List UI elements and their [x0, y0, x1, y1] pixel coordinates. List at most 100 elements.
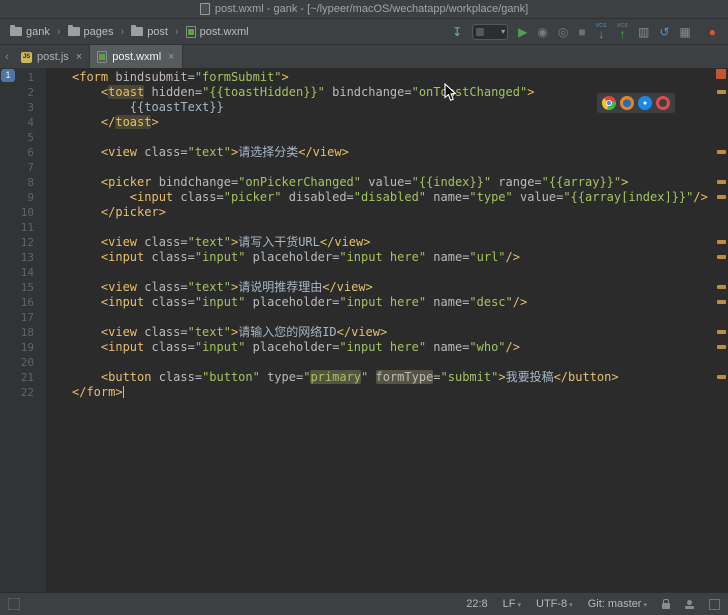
- code-line[interactable]: </toast>: [72, 115, 714, 130]
- line-number[interactable]: 13: [0, 250, 46, 265]
- line-number[interactable]: 11: [0, 220, 46, 235]
- firefox-icon[interactable]: [620, 96, 634, 110]
- close-tab-icon[interactable]: ×: [76, 51, 82, 63]
- tab-bar: ‹ JS post.js × post.wxml ×: [0, 45, 728, 70]
- file-icon: [185, 25, 196, 38]
- breadcrumb: gank › pages › post › post.wxml: [8, 25, 251, 39]
- line-number[interactable]: 14: [0, 265, 46, 280]
- warning-stripe-mark[interactable]: [717, 330, 726, 334]
- lock-icon[interactable]: [662, 598, 670, 609]
- line-number[interactable]: 12: [0, 235, 46, 250]
- warning-stripe-mark[interactable]: [717, 90, 726, 94]
- mouse-cursor: [444, 83, 457, 102]
- line-number[interactable]: 18: [0, 325, 46, 340]
- error-stripe[interactable]: [714, 68, 728, 593]
- tabs-scroll-left-icon[interactable]: ‹: [0, 45, 14, 69]
- warning-stripe-mark[interactable]: [717, 300, 726, 304]
- code-line[interactable]: [72, 355, 714, 370]
- run-icon[interactable]: ▶: [518, 26, 527, 38]
- warning-stripe-mark[interactable]: [717, 195, 726, 199]
- line-number[interactable]: 16: [0, 295, 46, 310]
- browser-popup: [596, 92, 676, 114]
- breadcrumb-item-gank[interactable]: gank: [8, 25, 52, 39]
- breadcrumb-item-pages[interactable]: pages: [66, 25, 116, 39]
- line-number[interactable]: 20: [0, 355, 46, 370]
- line-number[interactable]: 10: [0, 205, 46, 220]
- code-line[interactable]: <input class="input" placeholder="input …: [72, 295, 714, 310]
- chevron-right-icon: ›: [120, 25, 125, 38]
- line-number[interactable]: 21: [0, 370, 46, 385]
- code-line[interactable]: [72, 130, 714, 145]
- chevron-right-icon: ›: [174, 25, 179, 38]
- line-number[interactable]: 7: [0, 160, 46, 175]
- tab-post.wxml[interactable]: post.wxml ×: [90, 45, 183, 69]
- code-line[interactable]: [72, 310, 714, 325]
- code-line[interactable]: <view class="text">请输入您的网络ID</view>: [72, 325, 714, 340]
- warning-stripe-mark[interactable]: [717, 255, 726, 259]
- git-branch-selector[interactable]: Git: master ▾: [588, 598, 647, 610]
- chrome-icon[interactable]: [602, 96, 616, 110]
- warning-stripe-mark[interactable]: [717, 285, 726, 289]
- encoding-selector[interactable]: UTF-8 ▾: [536, 598, 573, 610]
- profiler-icon[interactable]: ◎: [558, 26, 568, 38]
- code-line[interactable]: [72, 265, 714, 280]
- line-number[interactable]: 6: [0, 145, 46, 160]
- warning-stripe-mark[interactable]: [717, 180, 726, 184]
- vcs-push-icon[interactable]: VCS ↑: [617, 23, 628, 40]
- line-number[interactable]: 3: [0, 100, 46, 115]
- notification-icon[interactable]: ●: [709, 26, 716, 38]
- caret-position[interactable]: 22:8: [466, 598, 487, 610]
- inspection-status-icon[interactable]: [716, 69, 726, 79]
- inspections-profile-icon[interactable]: [685, 599, 694, 609]
- vcs-update-icon[interactable]: VCS ↓: [596, 23, 607, 40]
- line-separator-selector[interactable]: LF ▾: [503, 598, 521, 610]
- code-line[interactable]: <form bindsubmit="formSubmit">: [72, 70, 714, 85]
- breadcrumb-item-post[interactable]: post: [129, 25, 170, 39]
- tabs: JS post.js × post.wxml ×: [14, 45, 183, 69]
- code-line[interactable]: </picker>: [72, 205, 714, 220]
- js-file-icon: JS: [21, 51, 32, 63]
- line-number[interactable]: 9: [0, 190, 46, 205]
- compare-icon[interactable]: ▥: [638, 26, 649, 38]
- stop-icon[interactable]: ■: [578, 26, 585, 38]
- code-line[interactable]: <input class="input" placeholder="input …: [72, 340, 714, 355]
- code-line[interactable]: <input class="input" placeholder="input …: [72, 250, 714, 265]
- code-area[interactable]: <form bindsubmit="formSubmit"> <toast hi…: [46, 68, 728, 593]
- code-line[interactable]: </form>: [72, 385, 714, 400]
- warning-stripe-mark[interactable]: [717, 375, 726, 379]
- code-line[interactable]: <button class="button" type="primary" fo…: [72, 370, 714, 385]
- line-number[interactable]: 2: [0, 85, 46, 100]
- update-project-icon[interactable]: ↧: [452, 26, 462, 38]
- breadcrumb-label: post: [147, 25, 168, 38]
- line-number[interactable]: 15: [0, 280, 46, 295]
- warning-stripe-mark[interactable]: [717, 345, 726, 349]
- opera-icon[interactable]: [656, 96, 670, 110]
- code-line[interactable]: <view class="text">请选择分类</view>: [72, 145, 714, 160]
- safari-icon[interactable]: [638, 96, 652, 110]
- code-line[interactable]: [72, 160, 714, 175]
- code-line[interactable]: [72, 220, 714, 235]
- toolwindow-toggle-icon[interactable]: [8, 598, 20, 610]
- code-line[interactable]: <picker bindchange="onPickerChanged" val…: [72, 175, 714, 190]
- navigation-bar: gank › pages › post › post.wxml ↧ ▾ ▶ ◉ ◎ ■ VCS ↓ VCS ↑…: [0, 19, 728, 45]
- line-number[interactable]: 19: [0, 340, 46, 355]
- line-number[interactable]: 8: [0, 175, 46, 190]
- code-line[interactable]: <view class="text">请写入干货URL</view>: [72, 235, 714, 250]
- line-number[interactable]: 4: [0, 115, 46, 130]
- breadcrumb-item-post.wxml[interactable]: post.wxml: [184, 25, 251, 39]
- tab-post.js[interactable]: JS post.js ×: [14, 45, 91, 69]
- line-number[interactable]: 17: [0, 310, 46, 325]
- line-number[interactable]: 22: [0, 385, 46, 400]
- viewmode-icon[interactable]: ▦: [679, 26, 690, 38]
- rollback-icon[interactable]: ↺: [659, 26, 669, 38]
- memory-indicator-icon[interactable]: [709, 598, 720, 610]
- coverage-icon[interactable]: ◉: [537, 26, 547, 38]
- code-line[interactable]: <view class="text">请说明推荐理由</view>: [72, 280, 714, 295]
- warning-stripe-mark[interactable]: [717, 240, 726, 244]
- warning-stripe-mark[interactable]: [717, 150, 726, 154]
- close-tab-icon[interactable]: ×: [168, 51, 174, 63]
- editor[interactable]: 1 2 3 4 5 6 7 8 9 10 11 12 13 14 15 16 17 18 19 20 21 22 <for…: [0, 68, 728, 593]
- code-line[interactable]: <input class="picker" disabled="disabled…: [72, 190, 714, 205]
- line-number[interactable]: 5: [0, 130, 46, 145]
- run-config-dropdown[interactable]: ▾: [472, 23, 509, 40]
